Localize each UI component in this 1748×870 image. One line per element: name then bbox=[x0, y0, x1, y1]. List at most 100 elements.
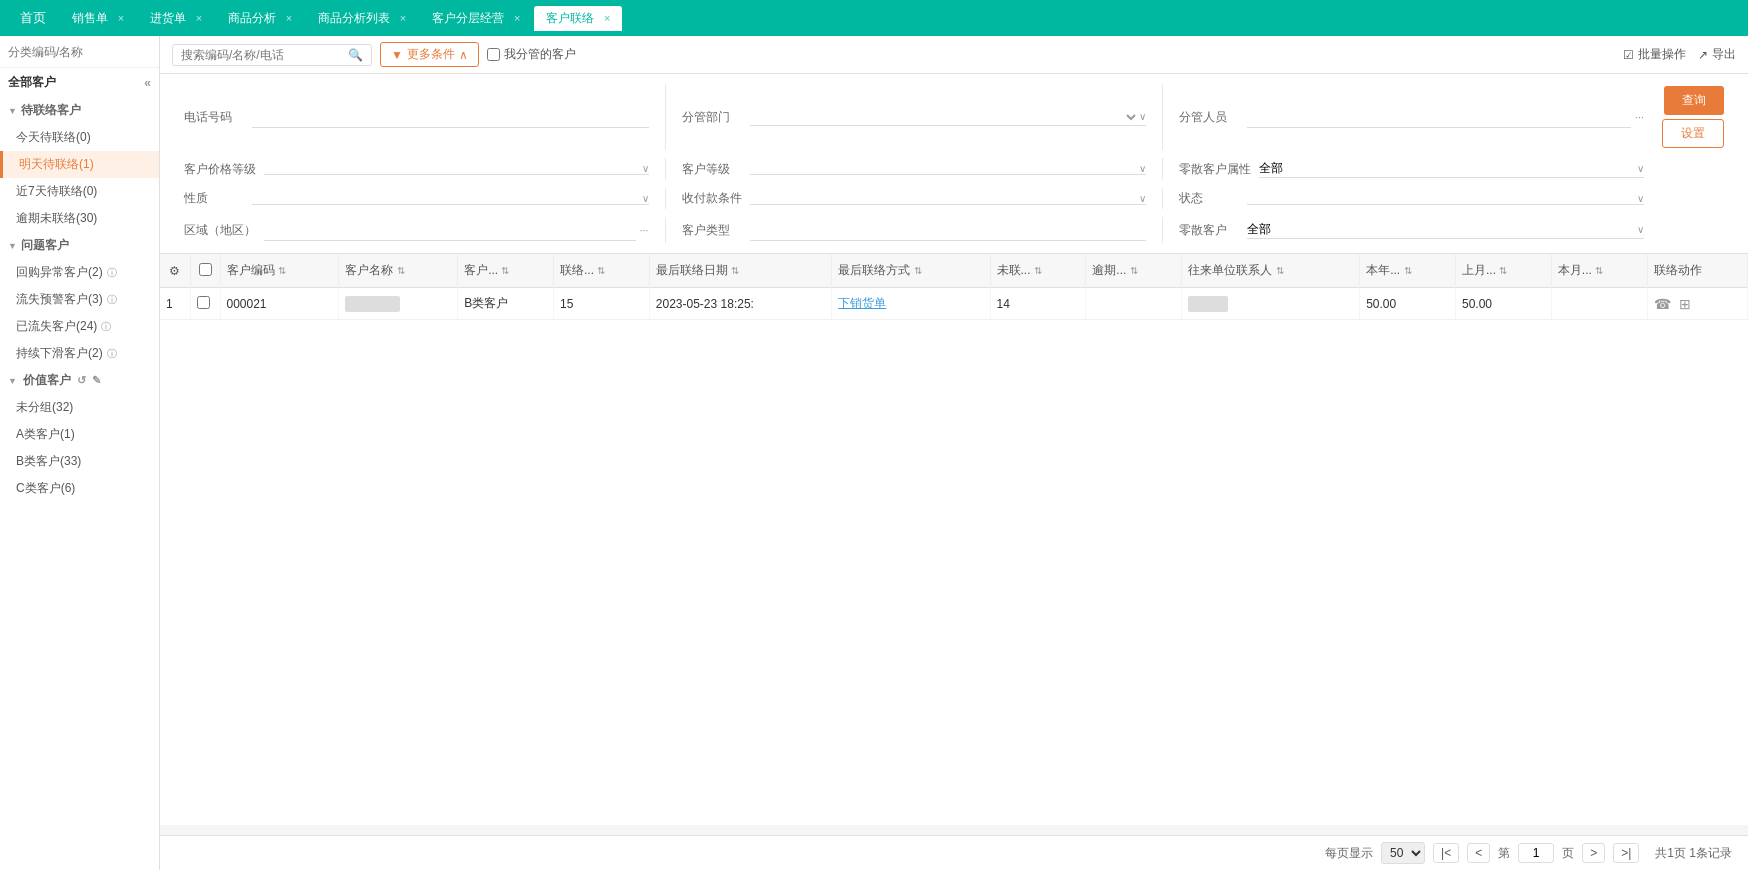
sort-contact-count-icon[interactable]: ⇅ bbox=[597, 265, 605, 276]
problem-group-title: 问题客户 bbox=[0, 232, 159, 259]
close-customer-contact-icon[interactable]: × bbox=[604, 12, 610, 24]
sort-this-month-icon[interactable]: ⇅ bbox=[1595, 265, 1603, 276]
sidebar-item-repurchase-abnormal[interactable]: 回购异常客户(2) ⓘ bbox=[0, 259, 159, 286]
filter-dept-select[interactable] bbox=[750, 109, 1140, 125]
td-last-date: 2023-05-23 18:25: bbox=[649, 288, 831, 320]
th-name: 客户名称 ⇅ bbox=[339, 254, 458, 288]
th-action: 联络动作 bbox=[1647, 254, 1747, 288]
sort-code-icon[interactable]: ⇅ bbox=[278, 265, 286, 276]
nav-item-purchase[interactable]: 进货单 × bbox=[138, 6, 214, 31]
th-this-year-label: 本年... bbox=[1366, 263, 1400, 277]
edit-icon[interactable]: ✎ bbox=[92, 374, 101, 387]
horizontal-scrollbar[interactable] bbox=[160, 825, 1748, 835]
sidebar-search-input[interactable] bbox=[8, 45, 158, 59]
prev-page-button[interactable]: < bbox=[1467, 843, 1490, 863]
nav-item-analysis[interactable]: 商品分析 × bbox=[216, 6, 304, 31]
th-type-label: 客户... bbox=[464, 263, 498, 277]
th-this-year: 本年... ⇅ bbox=[1360, 254, 1456, 288]
sidebar-item-unclassified[interactable]: 未分组(32) bbox=[0, 394, 159, 421]
last-method-link[interactable]: 下销货单 bbox=[838, 296, 886, 310]
filter-retail-label: 零散客户 bbox=[1179, 222, 1239, 239]
chevron-up-icon: ∧ bbox=[459, 48, 468, 62]
my-customers-checkbox[interactable] bbox=[487, 48, 500, 61]
td-no-contact: 14 bbox=[990, 288, 1086, 320]
customer-name-masked: Ea bbox=[345, 296, 400, 312]
sort-no-contact-icon[interactable]: ⇅ bbox=[1034, 265, 1042, 276]
search-icon[interactable]: 🔍 bbox=[348, 48, 363, 62]
sort-last-date-icon[interactable]: ⇅ bbox=[731, 265, 739, 276]
export-icon: ↗ bbox=[1698, 48, 1708, 62]
manager-more-icon[interactable]: ··· bbox=[1635, 111, 1644, 123]
sort-last-method-icon[interactable]: ⇅ bbox=[914, 265, 922, 276]
sidebar-item-churn-warning[interactable]: 流失预警客户(3) ⓘ bbox=[0, 286, 159, 313]
search-input[interactable] bbox=[181, 48, 348, 62]
sort-unit-contact-icon[interactable]: ⇅ bbox=[1276, 265, 1284, 276]
per-page-select[interactable]: 50 bbox=[1381, 842, 1425, 864]
td-no: 1 bbox=[160, 288, 190, 320]
payment-chevron-icon: ∨ bbox=[1139, 193, 1146, 204]
sidebar-item-overdue[interactable]: 逾期未联络(30) bbox=[0, 205, 159, 232]
bulk-op-button[interactable]: ☑ 批量操作 bbox=[1623, 46, 1686, 63]
nav-item-customer-tier[interactable]: 客户分层经营 × bbox=[420, 6, 532, 31]
sort-type-icon[interactable]: ⇅ bbox=[501, 265, 509, 276]
nav-home[interactable]: 首页 bbox=[8, 5, 58, 31]
td-last-month: 50.00 bbox=[1456, 288, 1552, 320]
td-type: B类客户 bbox=[458, 288, 554, 320]
table-row: 1 000021 Ea B类客户 15 2023-05-23 18:25: 下销… bbox=[160, 288, 1748, 320]
sidebar-item-churned[interactable]: 已流失客户(24) ⓘ bbox=[0, 313, 159, 340]
th-checkbox bbox=[190, 254, 220, 288]
unit-contact-masked bbox=[1188, 296, 1228, 312]
close-purchase-icon[interactable]: × bbox=[196, 12, 202, 24]
td-contact-count: 15 bbox=[553, 288, 649, 320]
set-button[interactable]: 设置 bbox=[1662, 119, 1724, 148]
row-checkbox[interactable] bbox=[197, 296, 210, 309]
info-icon-3: ⓘ bbox=[107, 347, 117, 361]
last-page-button[interactable]: >| bbox=[1613, 843, 1639, 863]
more-action-icon[interactable]: ⊞ bbox=[1679, 296, 1691, 312]
bulk-op-icon: ☑ bbox=[1623, 48, 1634, 62]
filter-payment-label: 收付款条件 bbox=[682, 190, 742, 207]
close-analysis-list-icon[interactable]: × bbox=[400, 12, 406, 24]
more-conditions-button[interactable]: ▼ 更多条件 ∧ bbox=[380, 42, 479, 67]
th-unit-contact: 往来单位联系人 ⇅ bbox=[1182, 254, 1360, 288]
nav-item-analysis-list[interactable]: 商品分析列表 × bbox=[306, 6, 418, 31]
export-button[interactable]: ↗ 导出 bbox=[1698, 46, 1736, 63]
filter-price-grade-label: 客户价格等级 bbox=[184, 161, 256, 178]
sort-this-year-icon[interactable]: ⇅ bbox=[1404, 265, 1412, 276]
sort-name-icon[interactable]: ⇅ bbox=[397, 265, 405, 276]
contact-action-icon[interactable]: ☎ bbox=[1654, 296, 1671, 312]
nav-item-customer-contact[interactable]: 客户联络 × bbox=[534, 6, 622, 31]
td-overdue bbox=[1086, 288, 1182, 320]
refresh-icon[interactable]: ↺ bbox=[77, 374, 86, 387]
close-sales-icon[interactable]: × bbox=[118, 12, 124, 24]
td-this-month bbox=[1551, 288, 1647, 320]
th-code-label: 客户编码 bbox=[227, 263, 275, 277]
region-more-icon[interactable]: ··· bbox=[640, 224, 649, 236]
select-all-checkbox[interactable] bbox=[199, 263, 212, 276]
close-analysis-icon[interactable]: × bbox=[286, 12, 292, 24]
all-customers-header[interactable]: 全部客户 « bbox=[0, 68, 159, 97]
sort-overdue-icon[interactable]: ⇅ bbox=[1130, 265, 1138, 276]
sidebar-item-today[interactable]: 今天待联络(0) bbox=[0, 124, 159, 151]
close-customer-tier-icon[interactable]: × bbox=[514, 12, 520, 24]
sort-last-month-icon[interactable]: ⇅ bbox=[1499, 265, 1507, 276]
query-button[interactable]: 查询 bbox=[1664, 86, 1724, 115]
sidebar-item-declining[interactable]: 持续下滑客户(2) ⓘ bbox=[0, 340, 159, 367]
sidebar-item-class-b[interactable]: B类客户(33) bbox=[0, 448, 159, 475]
sidebar: 🔍 全部客户 « 待联络客户 今天待联络(0) 明天待联络(1) 近7天待联络(… bbox=[0, 36, 160, 870]
sidebar-item-tomorrow[interactable]: 明天待联络(1) bbox=[0, 151, 159, 178]
sidebar-item-class-c[interactable]: C类客户(6) bbox=[0, 475, 159, 502]
th-last-date-label: 最后联络日期 bbox=[656, 263, 728, 277]
page-number-input[interactable] bbox=[1518, 843, 1554, 863]
sidebar-item-class-a[interactable]: A类客户(1) bbox=[0, 421, 159, 448]
collapse-icon[interactable]: « bbox=[144, 76, 151, 90]
th-last-month-label: 上月... bbox=[1462, 263, 1496, 277]
retail-chevron-icon: ∨ bbox=[1637, 224, 1644, 235]
nav-item-sales[interactable]: 销售单 × bbox=[60, 6, 136, 31]
next-page-button[interactable]: > bbox=[1582, 843, 1605, 863]
sidebar-item-7days[interactable]: 近7天待联络(0) bbox=[0, 178, 159, 205]
first-page-button[interactable]: |< bbox=[1433, 843, 1459, 863]
gear-icon[interactable]: ⚙ bbox=[169, 264, 180, 278]
retail-attr-value: 全部 bbox=[1259, 160, 1637, 177]
th-last-month: 上月... ⇅ bbox=[1456, 254, 1552, 288]
